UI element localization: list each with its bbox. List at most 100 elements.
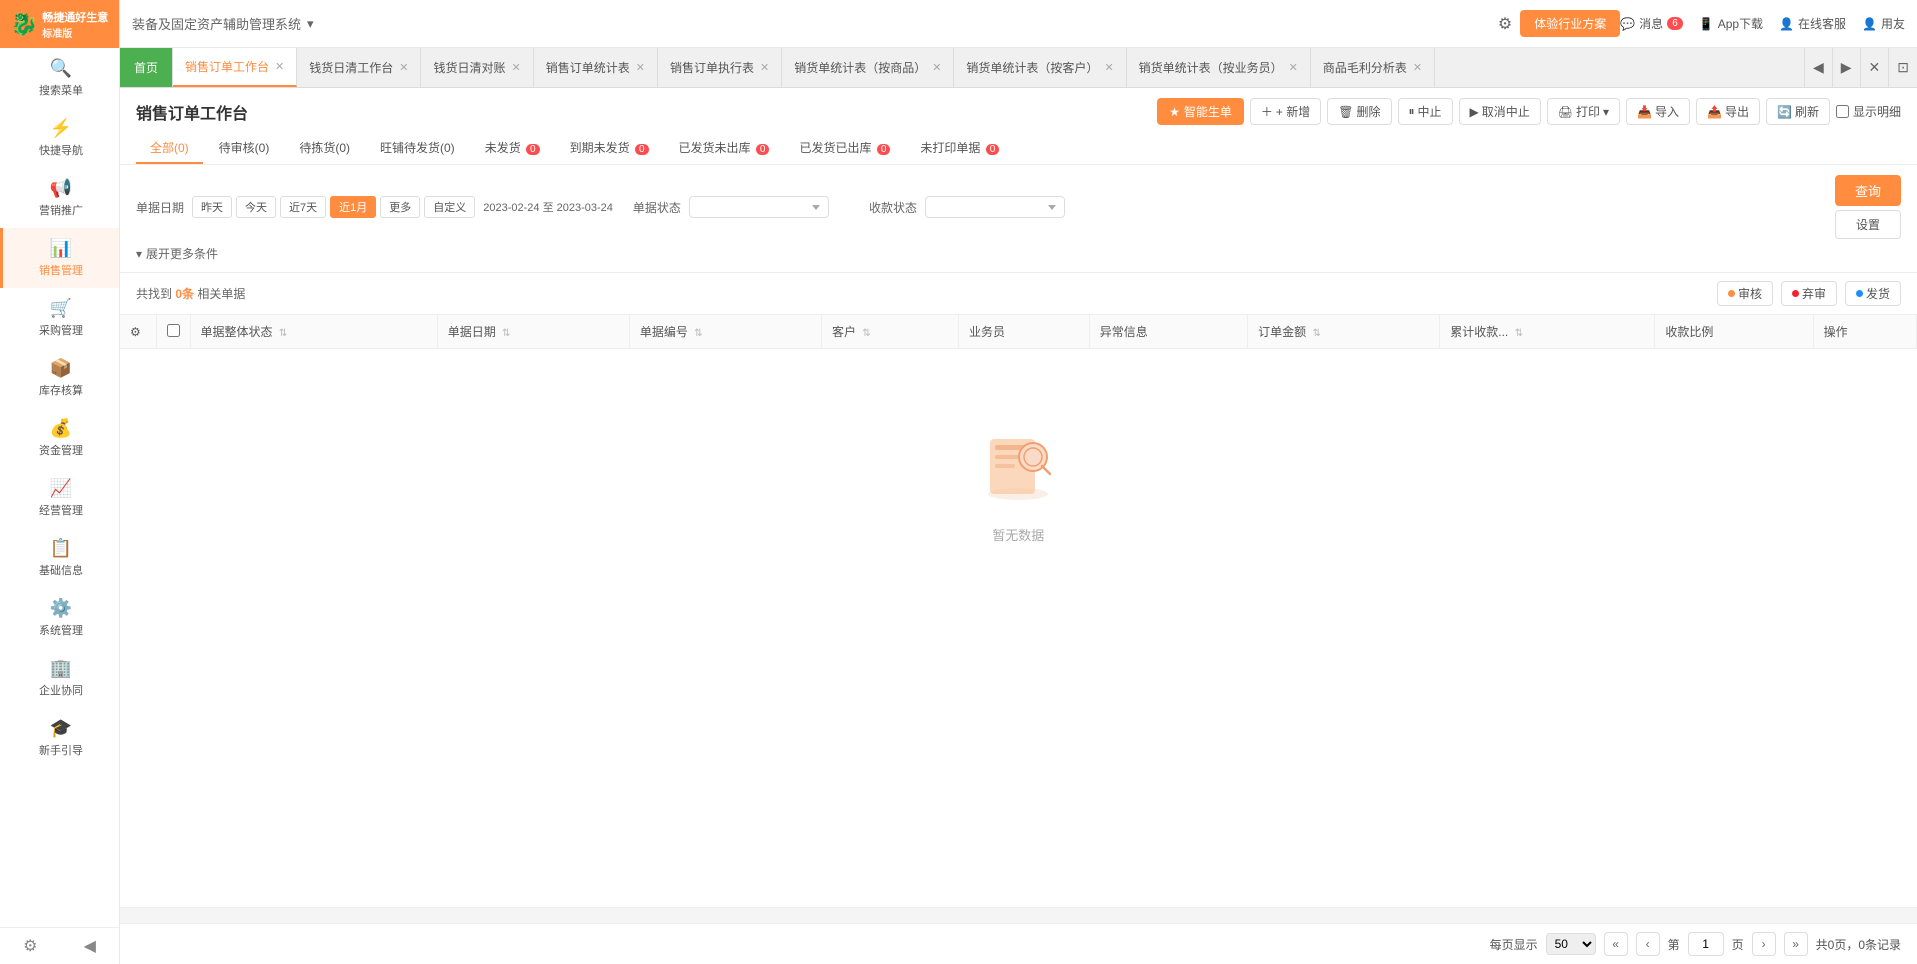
sidebar-item-sales[interactable]: 📊 销售管理 <box>0 228 119 288</box>
online-service-btn[interactable]: 👤 在线客服 <box>1779 15 1846 32</box>
page-next-btn[interactable]: › <box>1752 932 1776 956</box>
col-status-sort[interactable]: ⇅ <box>279 328 287 339</box>
sidebar-item-basicinfo[interactable]: 📋 基础信息 <box>0 528 119 588</box>
tab-sales-order-stats-close[interactable]: ✕ <box>636 61 645 74</box>
page-number-input[interactable] <box>1688 932 1724 956</box>
query-btn[interactable]: 查询 <box>1835 175 1901 206</box>
sidebar-item-quicknav[interactable]: ⚡ 快捷导航 <box>0 108 119 168</box>
export-btn[interactable]: 📤 导出 <box>1696 98 1760 125</box>
result-count-text: 共找到 0条 相关单据 <box>136 285 245 302</box>
industry-btn[interactable]: 体验行业方案 <box>1520 10 1620 37</box>
tab-cashflow-daily-close[interactable]: ✕ <box>399 61 408 74</box>
tab-product-margin-close[interactable]: ✕ <box>1413 61 1422 74</box>
page-last-btn[interactable]: » <box>1784 932 1808 956</box>
tab-scroll-right[interactable]: ▶ <box>1832 48 1860 88</box>
sidebar-item-search[interactable]: 🔍 搜索菜单 <box>0 48 119 108</box>
date-btn-more[interactable]: 更多 <box>380 196 420 218</box>
horizontal-scrollbar[interactable] <box>120 907 1917 923</box>
cancel-suspend-btn[interactable]: ▶ 取消中止 <box>1459 98 1541 125</box>
date-btn-7days[interactable]: 近7天 <box>280 196 326 218</box>
tab-product-margin[interactable]: 商品毛利分析表 ✕ <box>1311 48 1435 87</box>
col-date-sort[interactable]: ⇅ <box>502 328 510 339</box>
tab-sales-stats-product-close[interactable]: ✕ <box>932 61 941 74</box>
tab-sales-stats-customer-close[interactable]: ✕ <box>1104 61 1113 74</box>
tab-sales-workbench[interactable]: 销售订单工作台 ✕ <box>173 48 297 87</box>
tab-close-all[interactable]: ✕ <box>1860 48 1889 88</box>
sidebar-item-newbie[interactable]: 🎓 新手引导 <box>0 708 119 768</box>
print-btn[interactable]: 🖨 打印 ▾ <box>1547 98 1620 125</box>
date-btn-today[interactable]: 今天 <box>236 196 276 218</box>
sidebar-item-inventory[interactable]: 📦 库存核算 <box>0 348 119 408</box>
tab-sales-stats-staff[interactable]: 销货单统计表（按业务员） ✕ <box>1127 48 1311 87</box>
tab-cashflow-daily[interactable]: 钱货日清工作台 ✕ <box>297 48 421 87</box>
sidebar-item-purchase[interactable]: 🛒 采购管理 <box>0 288 119 348</box>
sub-tab-not-shipped-label: 未发货 <box>485 141 521 155</box>
col-number-sort[interactable]: ⇅ <box>694 328 702 339</box>
filter-expand-btn[interactable]: ▾ 展开更多条件 <box>136 245 1901 262</box>
date-filter-btns: 昨天 今天 近7天 近1月 更多 自定义 <box>192 196 475 218</box>
col-customer-sort[interactable]: ⇅ <box>862 328 870 339</box>
review-label: 审核 <box>1738 285 1762 302</box>
add-btn[interactable]: ＋ + 新增 <box>1250 98 1321 125</box>
cancel-review-action-btn[interactable]: 弃审 <box>1781 281 1837 306</box>
import-btn[interactable]: 📥 导入 <box>1626 98 1690 125</box>
tab-sales-order-execute[interactable]: 销售订单执行表 ✕ <box>658 48 782 87</box>
topbar-settings-icon[interactable]: ⚙ <box>1498 14 1512 34</box>
tab-sales-stats-product[interactable]: 销货单统计表（按商品） ✕ <box>782 48 954 87</box>
tab-sales-stats-staff-close[interactable]: ✕ <box>1289 61 1298 74</box>
sub-tab-not-shipped[interactable]: 未发货 0 <box>471 133 554 164</box>
show-detail-checkbox[interactable] <box>1836 105 1849 118</box>
show-detail-check[interactable]: 显示明细 <box>1836 103 1901 120</box>
status-filter-select[interactable] <box>689 196 829 218</box>
sidebar-item-operation[interactable]: 📈 经营管理 <box>0 468 119 528</box>
message-btn[interactable]: 💬 消息 6 <box>1620 15 1683 32</box>
col-collected-sort[interactable]: ⇅ <box>1515 328 1523 339</box>
ship-action-btn[interactable]: 发货 <box>1845 281 1901 306</box>
col-checkbox[interactable] <box>156 315 190 349</box>
sub-tab-all[interactable]: 全部(0) <box>136 133 203 164</box>
settings-btn[interactable]: 设置 <box>1835 210 1901 239</box>
tab-sales-stats-customer[interactable]: 销货单统计表（按客户） ✕ <box>954 48 1126 87</box>
topbar-dropdown-arrow[interactable]: ▾ <box>307 16 314 32</box>
payment-filter-select[interactable] <box>925 196 1065 218</box>
app-download-btn[interactable]: 📱 App下载 <box>1699 15 1763 32</box>
select-all-checkbox[interactable] <box>167 324 180 337</box>
tab-cashflow-accounts-close[interactable]: ✕ <box>512 61 521 74</box>
col-amount-sort[interactable]: ⇅ <box>1312 328 1320 339</box>
page-prev-btn[interactable]: ‹ <box>1636 932 1660 956</box>
tab-sales-order-stats[interactable]: 销售订单统计表 ✕ <box>534 48 658 87</box>
date-btn-yesterday[interactable]: 昨天 <box>192 196 232 218</box>
sub-tab-pending-inspect[interactable]: 待拣货(0) <box>285 133 364 164</box>
sidebar-item-finance[interactable]: 💰 资金管理 <box>0 408 119 468</box>
per-page-select[interactable]: 50 20 100 <box>1546 933 1596 955</box>
tab-home[interactable]: 首页 <box>120 48 173 87</box>
delete-btn[interactable]: 🗑 删除 <box>1327 98 1391 125</box>
sidebar-item-marketing[interactable]: 📢 营销推广 <box>0 168 119 228</box>
suspend-btn[interactable]: ⏸ 中止 <box>1398 98 1453 125</box>
date-btn-custom[interactable]: 自定义 <box>424 196 475 218</box>
date-btn-1month[interactable]: 近1月 <box>330 196 376 218</box>
sub-tab-not-printed[interactable]: 未打印单据 0 <box>906 133 1013 164</box>
sub-tab-shipped-out[interactable]: 已发货已出库 0 <box>785 133 904 164</box>
sidebar-settings-btn[interactable]: ⚙ <box>23 936 37 956</box>
table-scroll[interactable]: ⚙ 单据整体状态 ⇅ 单据日期 ⇅ 单据编号 <box>120 315 1917 907</box>
tab-sales-workbench-close[interactable]: ✕ <box>275 60 284 73</box>
col-setting[interactable]: ⚙ <box>120 315 156 349</box>
marketing-icon: 📢 <box>50 178 72 199</box>
tab-scroll-left[interactable]: ◀ <box>1804 48 1832 88</box>
tab-maximize[interactable]: ⊡ <box>1888 48 1917 88</box>
refresh-btn[interactable]: 🔄 刷新 <box>1766 98 1830 125</box>
sidebar-item-enterprise[interactable]: 🏢 企业协同 <box>0 648 119 708</box>
sub-tab-wangpu[interactable]: 旺铺待发货(0) <box>366 133 469 164</box>
user-btn[interactable]: 👤 用友 <box>1862 15 1905 32</box>
sidebar-collapse-btn[interactable]: ◀ <box>84 936 96 956</box>
tab-sales-order-execute-close[interactable]: ✕ <box>760 61 769 74</box>
page-first-btn[interactable]: « <box>1604 932 1628 956</box>
sub-tab-overdue[interactable]: 到期未发货 0 <box>556 133 663 164</box>
sub-tab-shipped-not-out[interactable]: 已发货未出库 0 <box>665 133 784 164</box>
tab-cashflow-accounts[interactable]: 钱货日清对账 ✕ <box>421 48 533 87</box>
sub-tab-pending-review[interactable]: 待审核(0) <box>205 133 284 164</box>
review-action-btn[interactable]: 审核 <box>1717 281 1773 306</box>
sidebar-item-system[interactable]: ⚙️ 系统管理 <box>0 588 119 648</box>
smart-gen-btn[interactable]: ★ 智能生单 <box>1157 98 1244 125</box>
